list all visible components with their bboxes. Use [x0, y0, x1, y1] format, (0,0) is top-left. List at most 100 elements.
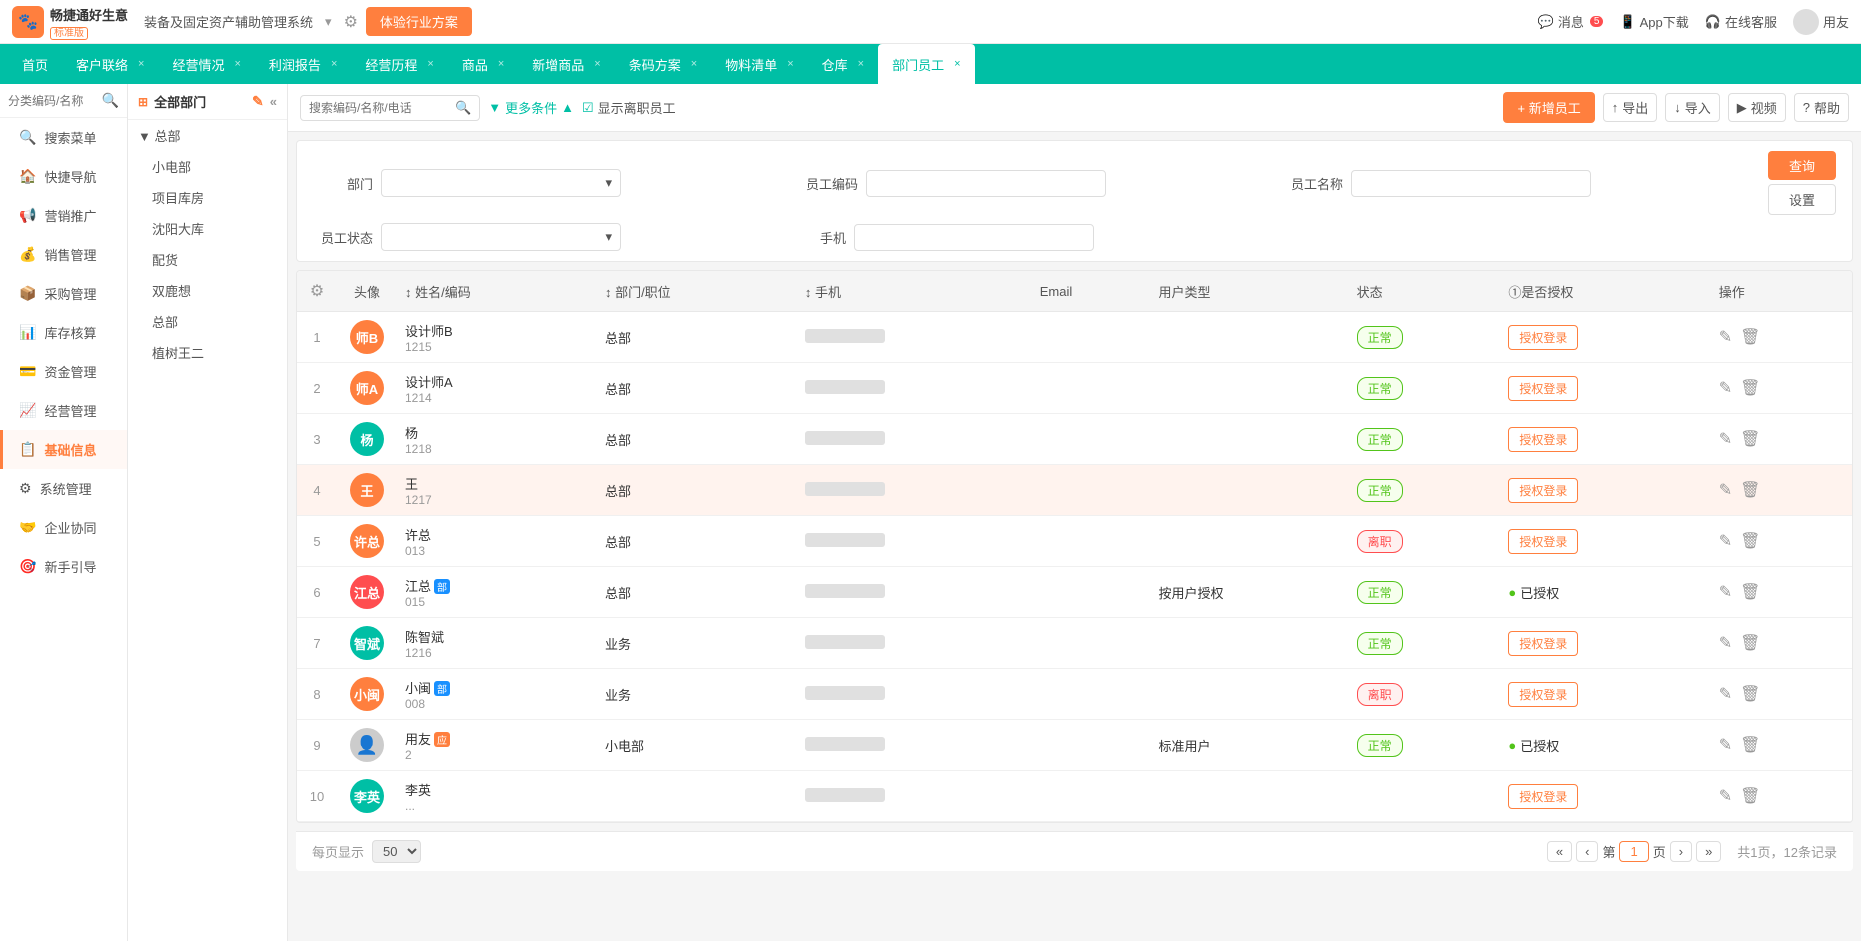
- th-settings[interactable]: ⚙: [297, 271, 337, 312]
- close-tab-icon[interactable]: ×: [234, 58, 240, 70]
- edit-icon[interactable]: ✎: [1719, 480, 1732, 500]
- sidebar-item-系统管理[interactable]: ⚙系统管理: [0, 469, 127, 508]
- edit-icon[interactable]: ✎: [1719, 378, 1732, 398]
- nav-tab-利润报告[interactable]: 利润报告×: [255, 44, 351, 84]
- nav-tab-首页[interactable]: 首页: [8, 44, 62, 84]
- help-button[interactable]: ? 帮助: [1794, 93, 1849, 122]
- dept-item-总部[interactable]: ▼ 总部: [128, 120, 287, 151]
- delete-icon[interactable]: 🗑: [1740, 582, 1760, 602]
- per-page-select[interactable]: 50: [372, 840, 421, 863]
- employee-search-input[interactable]: [309, 101, 449, 115]
- more-filter-btn[interactable]: ▼ 更多条件 ▲: [488, 98, 574, 117]
- nav-tab-经营历程[interactable]: 经营历程×: [351, 44, 447, 84]
- prev-page-btn[interactable]: ‹: [1576, 841, 1598, 862]
- sidebar-item-搜索菜单[interactable]: 🔍搜索菜单: [0, 118, 127, 157]
- close-tab-icon[interactable]: ×: [594, 58, 600, 70]
- dept-filter-select[interactable]: ▾: [381, 169, 621, 197]
- delete-icon[interactable]: 🗑: [1740, 633, 1760, 653]
- auth-login-btn[interactable]: 授权登录: [1508, 427, 1578, 452]
- first-page-btn[interactable]: «: [1547, 841, 1572, 862]
- sidebar-item-新手引导[interactable]: 🎯新手引导: [0, 547, 127, 586]
- close-tab-icon[interactable]: ×: [691, 58, 697, 70]
- nav-tab-部门员工[interactable]: 部门员工×: [878, 44, 974, 84]
- dept-item-项目库房[interactable]: 项目库房: [128, 182, 287, 213]
- sidebar-item-经营管理[interactable]: 📈经营管理: [0, 391, 127, 430]
- auth-login-btn[interactable]: 授权登录: [1508, 478, 1578, 503]
- nav-tab-客户联络[interactable]: 客户联络×: [62, 44, 158, 84]
- dept-item-小电部[interactable]: 小电部: [128, 151, 287, 182]
- show-resigned-checkbox[interactable]: ☑: [582, 100, 594, 116]
- close-tab-icon[interactable]: ×: [331, 58, 337, 70]
- auth-login-btn[interactable]: 授权登录: [1508, 529, 1578, 554]
- th-name-code[interactable]: ↕ 姓名/编码: [397, 271, 597, 312]
- sidebar-item-采购管理[interactable]: 📦采购管理: [0, 274, 127, 313]
- nav-tab-商品[interactable]: 商品×: [448, 44, 518, 84]
- user-avatar-btn[interactable]: 用友: [1793, 9, 1849, 35]
- add-employee-button[interactable]: + 新增员工: [1503, 92, 1594, 123]
- dept-item-双鹿想[interactable]: 双鹿想: [128, 275, 287, 306]
- sidebar-item-销售管理[interactable]: 💰销售管理: [0, 235, 127, 274]
- phone-input[interactable]: [854, 224, 1094, 251]
- dept-item-配货[interactable]: 配货: [128, 244, 287, 275]
- sidebar-item-库存核算[interactable]: 📊库存核算: [0, 313, 127, 352]
- video-button[interactable]: ▶ 视频: [1728, 93, 1786, 122]
- delete-icon[interactable]: 🗑: [1740, 480, 1760, 500]
- dept-edit-icon[interactable]: ✎: [252, 93, 264, 110]
- th-dept-pos[interactable]: ↕ 部门/职位: [597, 271, 797, 312]
- edit-icon[interactable]: ✎: [1719, 429, 1732, 449]
- dropdown-arrow-icon[interactable]: ▾: [325, 14, 332, 30]
- close-tab-icon[interactable]: ×: [498, 58, 504, 70]
- edit-icon[interactable]: ✎: [1719, 735, 1732, 755]
- edit-icon[interactable]: ✎: [1719, 633, 1732, 653]
- sidebar-item-资金管理[interactable]: 💳资金管理: [0, 352, 127, 391]
- next-page-btn[interactable]: ›: [1670, 841, 1692, 862]
- export-button[interactable]: ↑ 导出: [1603, 93, 1658, 122]
- import-button[interactable]: ↓ 导入: [1665, 93, 1720, 122]
- auth-login-btn[interactable]: 授权登录: [1508, 376, 1578, 401]
- close-tab-icon[interactable]: ×: [858, 58, 864, 70]
- last-page-btn[interactable]: »: [1696, 841, 1721, 862]
- nav-tab-条码方案[interactable]: 条码方案×: [615, 44, 711, 84]
- dept-item-总部[interactable]: 总部: [128, 306, 287, 337]
- trial-button[interactable]: 体验行业方案: [366, 7, 472, 36]
- dept-item-沈阳大库[interactable]: 沈阳大库: [128, 213, 287, 244]
- close-tab-icon[interactable]: ×: [138, 58, 144, 70]
- delete-icon[interactable]: 🗑: [1740, 786, 1760, 806]
- delete-icon[interactable]: 🗑: [1740, 378, 1760, 398]
- nav-tab-仓库[interactable]: 仓库×: [808, 44, 878, 84]
- sidebar-item-营销推广[interactable]: 📢营销推广: [0, 196, 127, 235]
- dept-item-植树王二[interactable]: 植树王二: [128, 337, 287, 368]
- online-service-btn[interactable]: 🎧 在线客服: [1705, 12, 1777, 31]
- show-resigned-toggle[interactable]: ☑ 显示离职员工: [582, 98, 676, 117]
- dept-collapse-icon[interactable]: «: [270, 94, 277, 109]
- delete-icon[interactable]: 🗑: [1740, 684, 1760, 704]
- nav-tab-新增商品[interactable]: 新增商品×: [518, 44, 614, 84]
- close-tab-icon[interactable]: ×: [427, 58, 433, 70]
- emp-code-input[interactable]: [866, 170, 1106, 197]
- nav-tab-经营情况[interactable]: 经营情况×: [158, 44, 254, 84]
- edit-icon[interactable]: ✎: [1719, 684, 1732, 704]
- sidebar-item-快捷导航[interactable]: 🏠快捷导航: [0, 157, 127, 196]
- delete-icon[interactable]: 🗑: [1740, 429, 1760, 449]
- set-button[interactable]: 设置: [1768, 184, 1836, 215]
- delete-icon[interactable]: 🗑: [1740, 735, 1760, 755]
- settings-icon[interactable]: ⚙: [344, 12, 358, 32]
- th-phone[interactable]: ↕ 手机: [797, 271, 1032, 312]
- message-icon-btn[interactable]: 💬 消息 5: [1538, 12, 1604, 31]
- auth-login-btn[interactable]: 授权登录: [1508, 631, 1578, 656]
- delete-icon[interactable]: 🗑: [1740, 531, 1760, 551]
- delete-icon[interactable]: 🗑: [1740, 327, 1760, 347]
- query-button[interactable]: 查询: [1768, 151, 1836, 180]
- auth-login-btn[interactable]: 授权登录: [1508, 784, 1578, 809]
- emp-status-select[interactable]: ▾: [381, 223, 621, 251]
- nav-tab-物料清单[interactable]: 物料清单×: [711, 44, 807, 84]
- edit-icon[interactable]: ✎: [1719, 327, 1732, 347]
- sidebar-item-企业协同[interactable]: 🤝企业协同: [0, 508, 127, 547]
- emp-name-input[interactable]: [1351, 170, 1591, 197]
- app-download-btn[interactable]: 📱 App下载: [1619, 12, 1688, 31]
- sidebar-search-input[interactable]: [8, 94, 102, 108]
- auth-login-btn[interactable]: 授权登录: [1508, 682, 1578, 707]
- close-tab-icon[interactable]: ×: [954, 58, 960, 70]
- edit-icon[interactable]: ✎: [1719, 582, 1732, 602]
- edit-icon[interactable]: ✎: [1719, 786, 1732, 806]
